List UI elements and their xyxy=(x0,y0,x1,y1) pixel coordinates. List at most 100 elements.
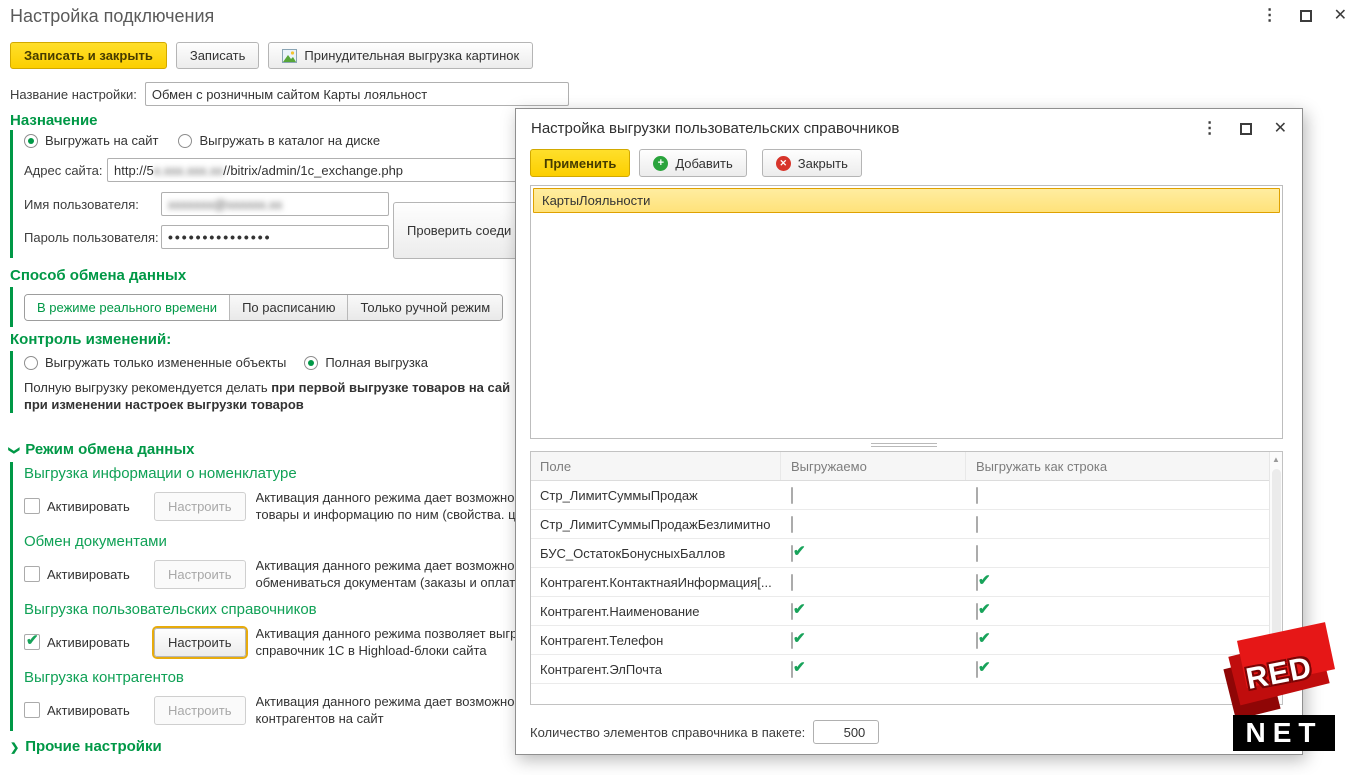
field-name: Стр_ЛимитСуммыПродажБезлимитно xyxy=(540,516,771,532)
method-header: Способ обмена данных xyxy=(10,267,187,284)
tab-manual[interactable]: Только ручной режим xyxy=(347,295,503,320)
other-settings-header[interactable]: ❯ Прочие настройки xyxy=(10,738,162,755)
as-string-checkbox[interactable] xyxy=(976,486,978,504)
radio-icon[interactable] xyxy=(178,133,193,148)
close-icon[interactable]: ✕ xyxy=(1274,121,1287,137)
site-address-row: Адрес сайта: http://5 х.ххх.ххх.хх//bitri… xyxy=(24,158,572,182)
activate-checkbox-contractors[interactable]: Активировать xyxy=(24,702,144,718)
password-dots: ••••••••••••••• xyxy=(168,229,272,245)
column-as-string: Выгружать как строка xyxy=(976,458,1108,474)
site-address-input[interactable]: http://5 х.ххх.ххх.хх//bitrix/admin/1c_ex… xyxy=(107,158,569,182)
scroll-up-icon[interactable]: ▲ xyxy=(1270,452,1282,466)
exchange-modes-title: Режим обмена данных xyxy=(25,441,195,458)
field-name: Стр_ЛимитСуммыПродаж xyxy=(540,487,698,503)
checkbox-icon[interactable] xyxy=(24,631,40,650)
radio-label: Полная выгрузка xyxy=(325,355,429,370)
activate-checkbox-documents[interactable]: Активировать xyxy=(24,566,144,582)
address-start: http://5 xyxy=(114,162,154,178)
radio-icon[interactable] xyxy=(304,355,319,370)
check-connection-button[interactable]: Проверить соеди xyxy=(393,202,531,259)
mode-user-catalogs-title: Выгрузка пользовательских справочников xyxy=(24,601,317,618)
address-end: //bitrix/admin/1c_exchange.php xyxy=(223,162,404,178)
setting-name-label: Название настройки: xyxy=(10,86,137,102)
setting-name-input[interactable] xyxy=(144,82,569,106)
force-images-label: Принудительная выгрузка картинок xyxy=(304,48,520,63)
apply-button[interactable]: Применить xyxy=(530,149,631,177)
mode-contractors-desc: Активация данного режима дает возможност… xyxy=(255,694,532,726)
configure-user-catalogs-button[interactable]: Настроить xyxy=(154,627,246,657)
exported-checkbox[interactable] xyxy=(791,515,793,533)
tab-schedule[interactable]: По расписанию xyxy=(229,295,348,320)
exported-checkbox[interactable] xyxy=(791,544,793,562)
more-menu-icon[interactable]: ⋮ xyxy=(1202,121,1218,137)
activate-checkbox-nomenclature[interactable]: Активировать xyxy=(24,498,144,514)
username-input[interactable]: ххххххх@хххххх.хх xyxy=(161,192,389,216)
plus-icon: + xyxy=(653,155,669,171)
table-row[interactable]: Контрагент.КонтактнаяИнформация[... xyxy=(531,568,1282,597)
method-section: В режиме реального времени По расписанию… xyxy=(10,287,504,327)
radio-upload-to-disk[interactable]: Выгружать в каталог на диске xyxy=(178,133,380,148)
dialog-window-controls: ⋮ ✕ xyxy=(1202,121,1287,137)
save-close-button[interactable]: Записать и закрыть xyxy=(10,42,167,69)
as-string-checkbox[interactable] xyxy=(976,602,978,620)
as-string-checkbox[interactable] xyxy=(976,631,978,649)
table-row[interactable]: Контрагент.Наименование xyxy=(531,597,1282,626)
maximize-icon[interactable] xyxy=(1299,10,1312,22)
radio-icon[interactable] xyxy=(24,355,38,370)
exported-checkbox[interactable] xyxy=(791,631,793,649)
radio-full-upload[interactable]: Полная выгрузка xyxy=(304,355,428,370)
exchange-modes-header[interactable]: ❯ Режим обмена данных xyxy=(8,441,195,458)
as-string-checkbox[interactable] xyxy=(976,544,978,562)
more-menu-icon[interactable]: ⋮ xyxy=(1262,8,1278,24)
close-icon[interactable]: ✕ xyxy=(1334,8,1347,24)
exported-checkbox[interactable] xyxy=(791,573,793,591)
mode-nomenclature-title: Выгрузка информации о номенклатуре xyxy=(24,465,297,482)
as-string-checkbox[interactable] xyxy=(976,660,978,678)
note-bold: при первой выгрузке товаров на сай xyxy=(271,380,511,395)
table-row[interactable]: Контрагент.Телефон xyxy=(531,626,1282,655)
tab-realtime[interactable]: В режиме реального времени xyxy=(25,295,230,320)
radio-icon[interactable] xyxy=(24,133,38,148)
username-label: Имя пользователя: xyxy=(24,196,139,212)
as-string-checkbox[interactable] xyxy=(976,515,978,533)
table-header: Поле Выгружаемо Выгружать как строка xyxy=(531,452,1282,481)
fields-table: Поле Выгружаемо Выгружать как строка Стр… xyxy=(530,451,1283,705)
radio-upload-to-site[interactable]: Выгружать на сайт xyxy=(24,133,158,148)
table-row[interactable]: Стр_ЛимитСуммыПродаж xyxy=(531,481,1282,510)
field-name: Контрагент.КонтактнаяИнформация[... xyxy=(540,574,772,590)
main-toolbar: Записать и закрыть Записать Принудительн… xyxy=(10,42,534,69)
checkbox-icon[interactable] xyxy=(24,566,40,582)
table-row[interactable]: Стр_ЛимитСуммыПродажБезлимитно xyxy=(531,510,1282,539)
mode-documents-desc: Активация данного режима дает возможност… xyxy=(255,558,532,590)
exported-checkbox[interactable] xyxy=(791,660,793,678)
user-catalogs-dialog: Настройка выгрузки пользовательских спра… xyxy=(515,108,1303,755)
password-input[interactable]: ••••••••••••••• xyxy=(161,225,389,249)
activate-label: Активировать xyxy=(47,566,130,582)
other-settings-title: Прочие настройки xyxy=(25,738,162,755)
exported-checkbox[interactable] xyxy=(791,602,793,620)
table-row[interactable]: Контрагент.ЭлПочта xyxy=(531,655,1282,684)
checkbox-icon[interactable] xyxy=(24,498,40,514)
maximize-icon[interactable] xyxy=(1239,123,1252,135)
splitter-handle[interactable] xyxy=(871,441,937,449)
radio-label: Выгружать только измененные объекты xyxy=(45,355,287,370)
radio-changed-only[interactable]: Выгружать только измененные объекты xyxy=(24,355,286,370)
table-row[interactable]: БУС_ОстатокБонусныхБаллов xyxy=(531,539,1282,568)
batch-size-input[interactable]: 500 xyxy=(813,720,880,744)
add-button[interactable]: + Добавить xyxy=(639,149,747,177)
activate-checkbox-user-catalogs[interactable]: Активировать xyxy=(24,631,144,650)
close-button[interactable]: ✕ Закрыть xyxy=(761,149,862,177)
as-string-checkbox[interactable] xyxy=(976,573,978,591)
checkbox-icon[interactable] xyxy=(24,702,40,718)
batch-size-label: Количество элементов справочника в пакет… xyxy=(530,724,806,740)
exported-checkbox[interactable] xyxy=(791,486,793,504)
mode-nomenclature-row: Активировать Настроить Активация данного… xyxy=(24,489,532,523)
mode-documents-title: Обмен документами xyxy=(24,533,167,550)
list-item-selected[interactable]: КартыЛояльности xyxy=(533,188,1280,213)
close-label: Закрыть xyxy=(797,155,848,171)
save-button[interactable]: Записать xyxy=(175,42,260,69)
chevron-down-icon: ❯ xyxy=(8,445,21,456)
force-images-button[interactable]: Принудительная выгрузка картинок xyxy=(268,42,534,69)
note-normal: Полную выгрузку рекомендуется делать xyxy=(24,380,272,395)
dialog-footer: Количество элементов справочника в пакет… xyxy=(530,720,880,744)
